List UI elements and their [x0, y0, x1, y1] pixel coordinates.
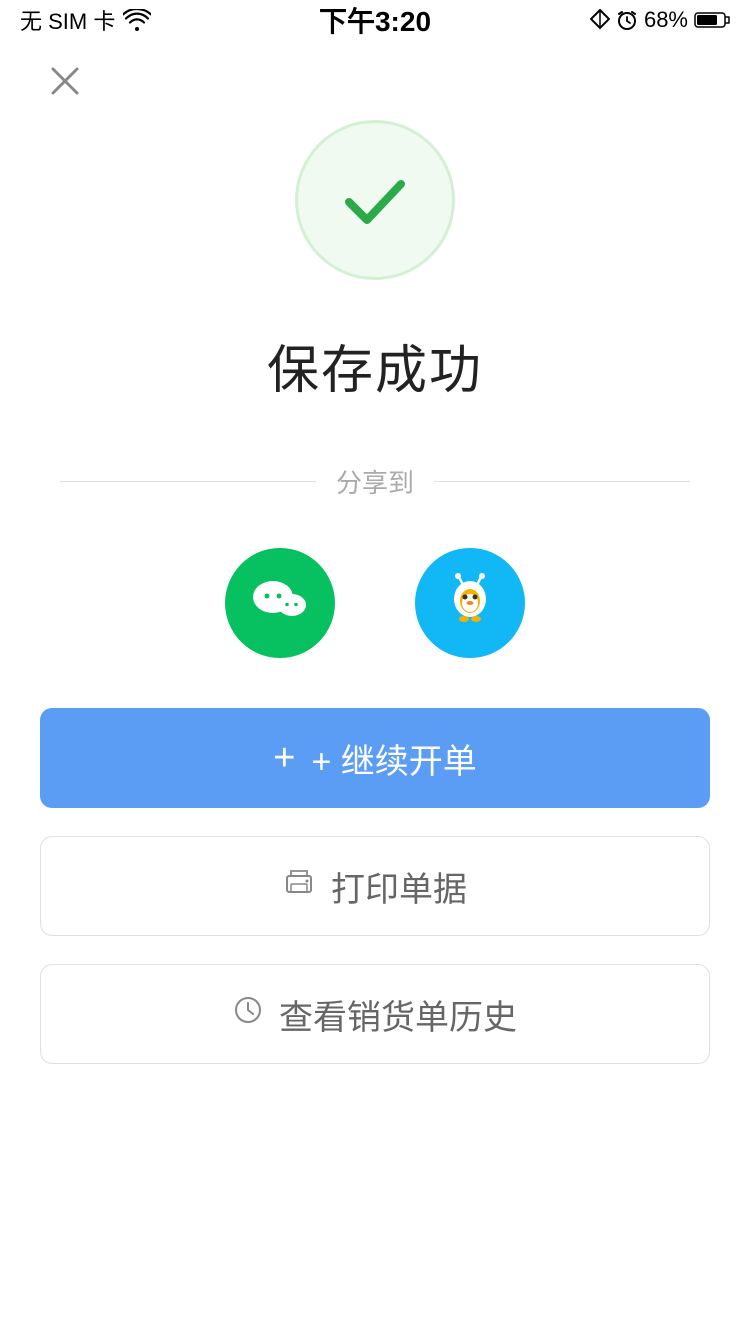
history-button[interactable]: 查看销货单历史 [40, 964, 710, 1064]
share-icons [60, 548, 690, 658]
battery-label: 68% [644, 7, 688, 33]
wechat-share-button[interactable] [225, 548, 335, 658]
wechat-icon [246, 569, 314, 637]
battery-icon [694, 11, 730, 29]
close-button[interactable] [40, 56, 90, 106]
divider-line-left [60, 481, 316, 482]
alarm-icon [616, 9, 638, 31]
continue-button[interactable]: + + 继续开单 [40, 708, 710, 808]
status-bar: 无 SIM 卡 下午3:20 68% [0, 0, 750, 40]
qq-share-button[interactable] [415, 548, 525, 658]
action-buttons: + + 继续开单 打印单据 查看销货单历 [0, 708, 750, 1064]
checkmark-icon [335, 160, 415, 240]
continue-label: + 继续开单 [311, 734, 476, 783]
print-button[interactable]: 打印单据 [40, 836, 710, 936]
success-icon-container [295, 120, 455, 280]
history-label: 查看销货单历史 [279, 990, 517, 1039]
clock-icon [233, 995, 263, 1033]
qq-icon [436, 569, 504, 637]
share-divider: 分享到 [60, 463, 690, 500]
plus-icon: + [273, 737, 295, 780]
wifi-icon [123, 9, 151, 31]
share-section: 分享到 [0, 463, 750, 658]
sim-label: 无 SIM 卡 [20, 4, 115, 36]
location-icon [590, 9, 610, 31]
success-title: 保存成功 [267, 328, 483, 403]
print-icon [283, 867, 315, 905]
print-label: 打印单据 [331, 862, 467, 911]
main-content: 保存成功 分享到 [0, 40, 750, 1064]
share-label: 分享到 [336, 463, 414, 500]
status-right: 68% [590, 7, 730, 33]
divider-line-right [434, 481, 690, 482]
status-left: 无 SIM 卡 [20, 4, 151, 36]
status-time: 下午3:20 [319, 0, 431, 40]
